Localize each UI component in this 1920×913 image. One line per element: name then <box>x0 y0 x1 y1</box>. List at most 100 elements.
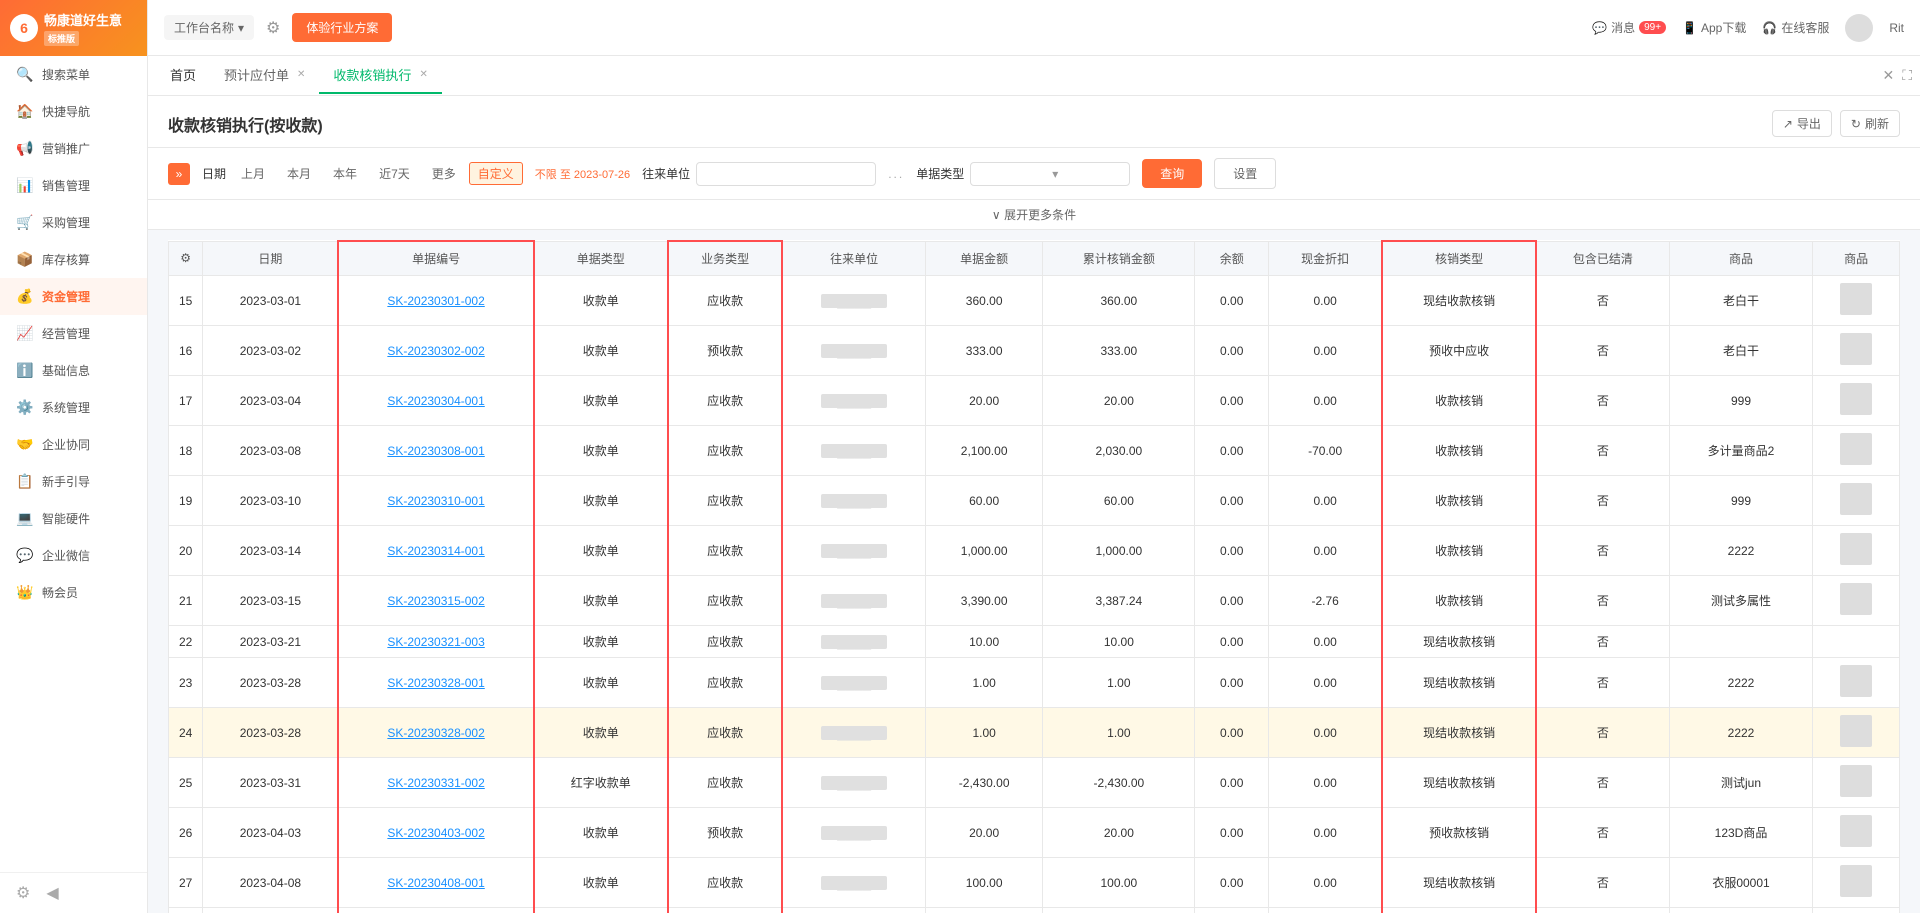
cell-no: 22 <box>169 626 203 658</box>
cell-include-settled: 否 <box>1536 808 1669 858</box>
support-button[interactable]: 🎧 在线客服 <box>1762 19 1829 36</box>
cell-partner: ████ <box>782 808 925 858</box>
sidebar-item-shortcut[interactable]: 🏠 快捷导航 <box>0 93 147 130</box>
doc-no-link[interactable]: SK-20230328-001 <box>387 676 484 690</box>
table-row: 24 2023-03-28 SK-20230328-002 收款单 应收款 ██… <box>169 708 1900 758</box>
expand-more-btn[interactable]: ∨ 展开更多条件 <box>148 200 1920 230</box>
tabbar: 首页 预计应付单 ✕ 收款核销执行 ✕ ✕ ⛶ <box>148 56 1920 96</box>
tab-receipt-cancel[interactable]: 收款核销执行 ✕ <box>319 57 441 94</box>
doc-no-link[interactable]: SK-20230308-001 <box>387 444 484 458</box>
tab-prepay[interactable]: 预计应付单 ✕ <box>210 57 319 94</box>
partner-filter-input[interactable] <box>696 162 876 186</box>
doc-no-link[interactable]: SK-20230314-001 <box>387 544 484 558</box>
cell-balance: 0.00 <box>1195 626 1269 658</box>
logo-title: 畅康道好生意 <box>44 10 122 29</box>
page-content: 收款核销执行(按收款) ↗ 导出 ↻ 刷新 » 日期 上月 <box>148 96 1920 913</box>
tab-receipt-close[interactable]: ✕ <box>419 69 427 80</box>
sales-icon: 📊 <box>16 177 34 194</box>
th-settings[interactable]: ⚙ <box>169 241 203 276</box>
date-btn-this-year[interactable]: 本年 <box>324 162 366 185</box>
tab-prepay-close[interactable]: ✕ <box>297 69 305 80</box>
doc-no-link[interactable]: SK-20230302-002 <box>387 344 484 358</box>
cell-product: 衣服00001 <box>1669 858 1812 908</box>
sidebar-item-finance[interactable]: 💰 资金管理 <box>0 278 147 315</box>
cell-date: 2023-03-02 <box>203 326 339 376</box>
tab-receipt-label: 收款核销执行 <box>333 65 411 84</box>
cell-amount: 2,100.00 <box>926 426 1043 476</box>
date-btn-custom[interactable]: 自定义 <box>469 162 523 185</box>
tab-home[interactable]: 首页 <box>156 57 210 94</box>
partner-filter-label: 往来单位 <box>642 165 690 182</box>
user-avatar[interactable] <box>1845 14 1873 42</box>
cell-product2 <box>1813 526 1900 576</box>
refresh-button[interactable]: ↻ 刷新 <box>1840 110 1900 137</box>
query-button[interactable]: 查询 <box>1142 159 1202 188</box>
cell-doc-type: 收款单 <box>534 476 668 526</box>
sidebar-item-member[interactable]: 👑 畅会员 <box>0 574 147 611</box>
cell-balance: 0.00 <box>1195 376 1269 426</box>
sidebar-item-operation[interactable]: 📈 经营管理 <box>0 315 147 352</box>
sidebar-item-hardware[interactable]: 💻 智能硬件 <box>0 500 147 537</box>
export-button[interactable]: ↗ 导出 <box>1772 110 1832 137</box>
doc-no-link[interactable]: SK-20230403-002 <box>387 826 484 840</box>
app-download-button[interactable]: 📱 App下载 <box>1682 19 1746 36</box>
doc-no-link[interactable]: SK-20230328-002 <box>387 726 484 740</box>
th-include-settled: 包含已结清 <box>1536 241 1669 276</box>
settings-btn[interactable]: ⚙ <box>16 883 30 903</box>
cell-product: 2222 <box>1669 526 1812 576</box>
cell-doc-type: 收款单 <box>534 626 668 658</box>
date-btn-this-month[interactable]: 本月 <box>278 162 320 185</box>
sidebar-item-marketing[interactable]: 📢 营销推广 <box>0 130 147 167</box>
cell-biz-type: 应收款 <box>668 576 783 626</box>
workspace-selector[interactable]: 工作台名称 ▾ <box>164 15 254 40</box>
expand-tab-icon[interactable]: ⛶ <box>1902 67 1912 84</box>
sidebar-item-purchase[interactable]: 🛒 采购管理 <box>0 204 147 241</box>
cell-include-settled: 否 <box>1536 476 1669 526</box>
sidebar-item-wechat[interactable]: 💬 企业微信 <box>0 537 147 574</box>
doc-no-link[interactable]: SK-20230315-002 <box>387 594 484 608</box>
cell-include-settled: 否 <box>1536 376 1669 426</box>
cell-doc-type: 收款单 <box>534 276 668 326</box>
logo-icon: 6 <box>10 14 38 42</box>
sidebar-label-purchase: 采购管理 <box>42 214 90 231</box>
cell-cancel-type: 收款核销 <box>1382 576 1536 626</box>
doc-no-link[interactable]: SK-20230408-001 <box>387 876 484 890</box>
doc-no-link[interactable]: SK-20230331-002 <box>387 776 484 790</box>
doc-no-link[interactable]: SK-20230310-001 <box>387 494 484 508</box>
close-all-tabs-icon[interactable]: ✕ <box>1882 67 1894 84</box>
date-btn-7days[interactable]: 近7天 <box>370 162 419 185</box>
cell-discount: 0.00 <box>1269 276 1383 326</box>
experience-button[interactable]: 体验行业方案 <box>292 13 392 42</box>
doc-type-select[interactable]: ▾ <box>970 162 1130 186</box>
date-btn-more[interactable]: 更多 <box>423 162 465 185</box>
member-icon: 👑 <box>16 584 34 601</box>
cell-product: 老白干 <box>1669 276 1812 326</box>
cell-cancel-type: 现结收款核销 <box>1382 658 1536 708</box>
sidebar-item-system[interactable]: ⚙️ 系统管理 <box>0 389 147 426</box>
sidebar-item-search[interactable]: 🔍 搜索菜单 <box>0 56 147 93</box>
sidebar-item-sales[interactable]: 📊 销售管理 <box>0 167 147 204</box>
doc-no-link[interactable]: SK-20230321-003 <box>387 635 484 649</box>
main-area: 工作台名称 ▾ ⚙ 体验行业方案 💬 消息 99+ 📱 App下载 🎧 在线客服… <box>148 0 1920 913</box>
messages-button[interactable]: 💬 消息 99+ <box>1592 19 1666 36</box>
date-filter-label: 日期 <box>202 165 226 182</box>
doc-no-link[interactable]: SK-20230304-001 <box>387 394 484 408</box>
cell-product: 999 <box>1669 476 1812 526</box>
filter-toggle-button[interactable]: » <box>168 163 190 185</box>
inventory-icon: 📦 <box>16 251 34 268</box>
guide-icon: 📋 <box>16 473 34 490</box>
home-icon: 🏠 <box>16 103 34 120</box>
collapse-btn[interactable]: ◀ <box>46 883 58 903</box>
gear-button[interactable]: ⚙ <box>262 14 284 42</box>
sidebar-item-basic[interactable]: ℹ️ 基础信息 <box>0 352 147 389</box>
doc-no-link[interactable]: SK-20230301-002 <box>387 294 484 308</box>
cell-partner: ████ <box>782 326 925 376</box>
filter-bar: » 日期 上月 本月 本年 近7天 更多 自定义 不限 至 2023-07-26… <box>148 148 1920 200</box>
cell-amount: 1.00 <box>926 658 1043 708</box>
sidebar-item-enterprise[interactable]: 🤝 企业协同 <box>0 426 147 463</box>
th-balance: 余额 <box>1195 241 1269 276</box>
date-btn-last-month[interactable]: 上月 <box>232 162 274 185</box>
setting-button[interactable]: 设置 <box>1214 158 1276 189</box>
sidebar-item-inventory[interactable]: 📦 库存核算 <box>0 241 147 278</box>
sidebar-item-guide[interactable]: 📋 新手引导 <box>0 463 147 500</box>
